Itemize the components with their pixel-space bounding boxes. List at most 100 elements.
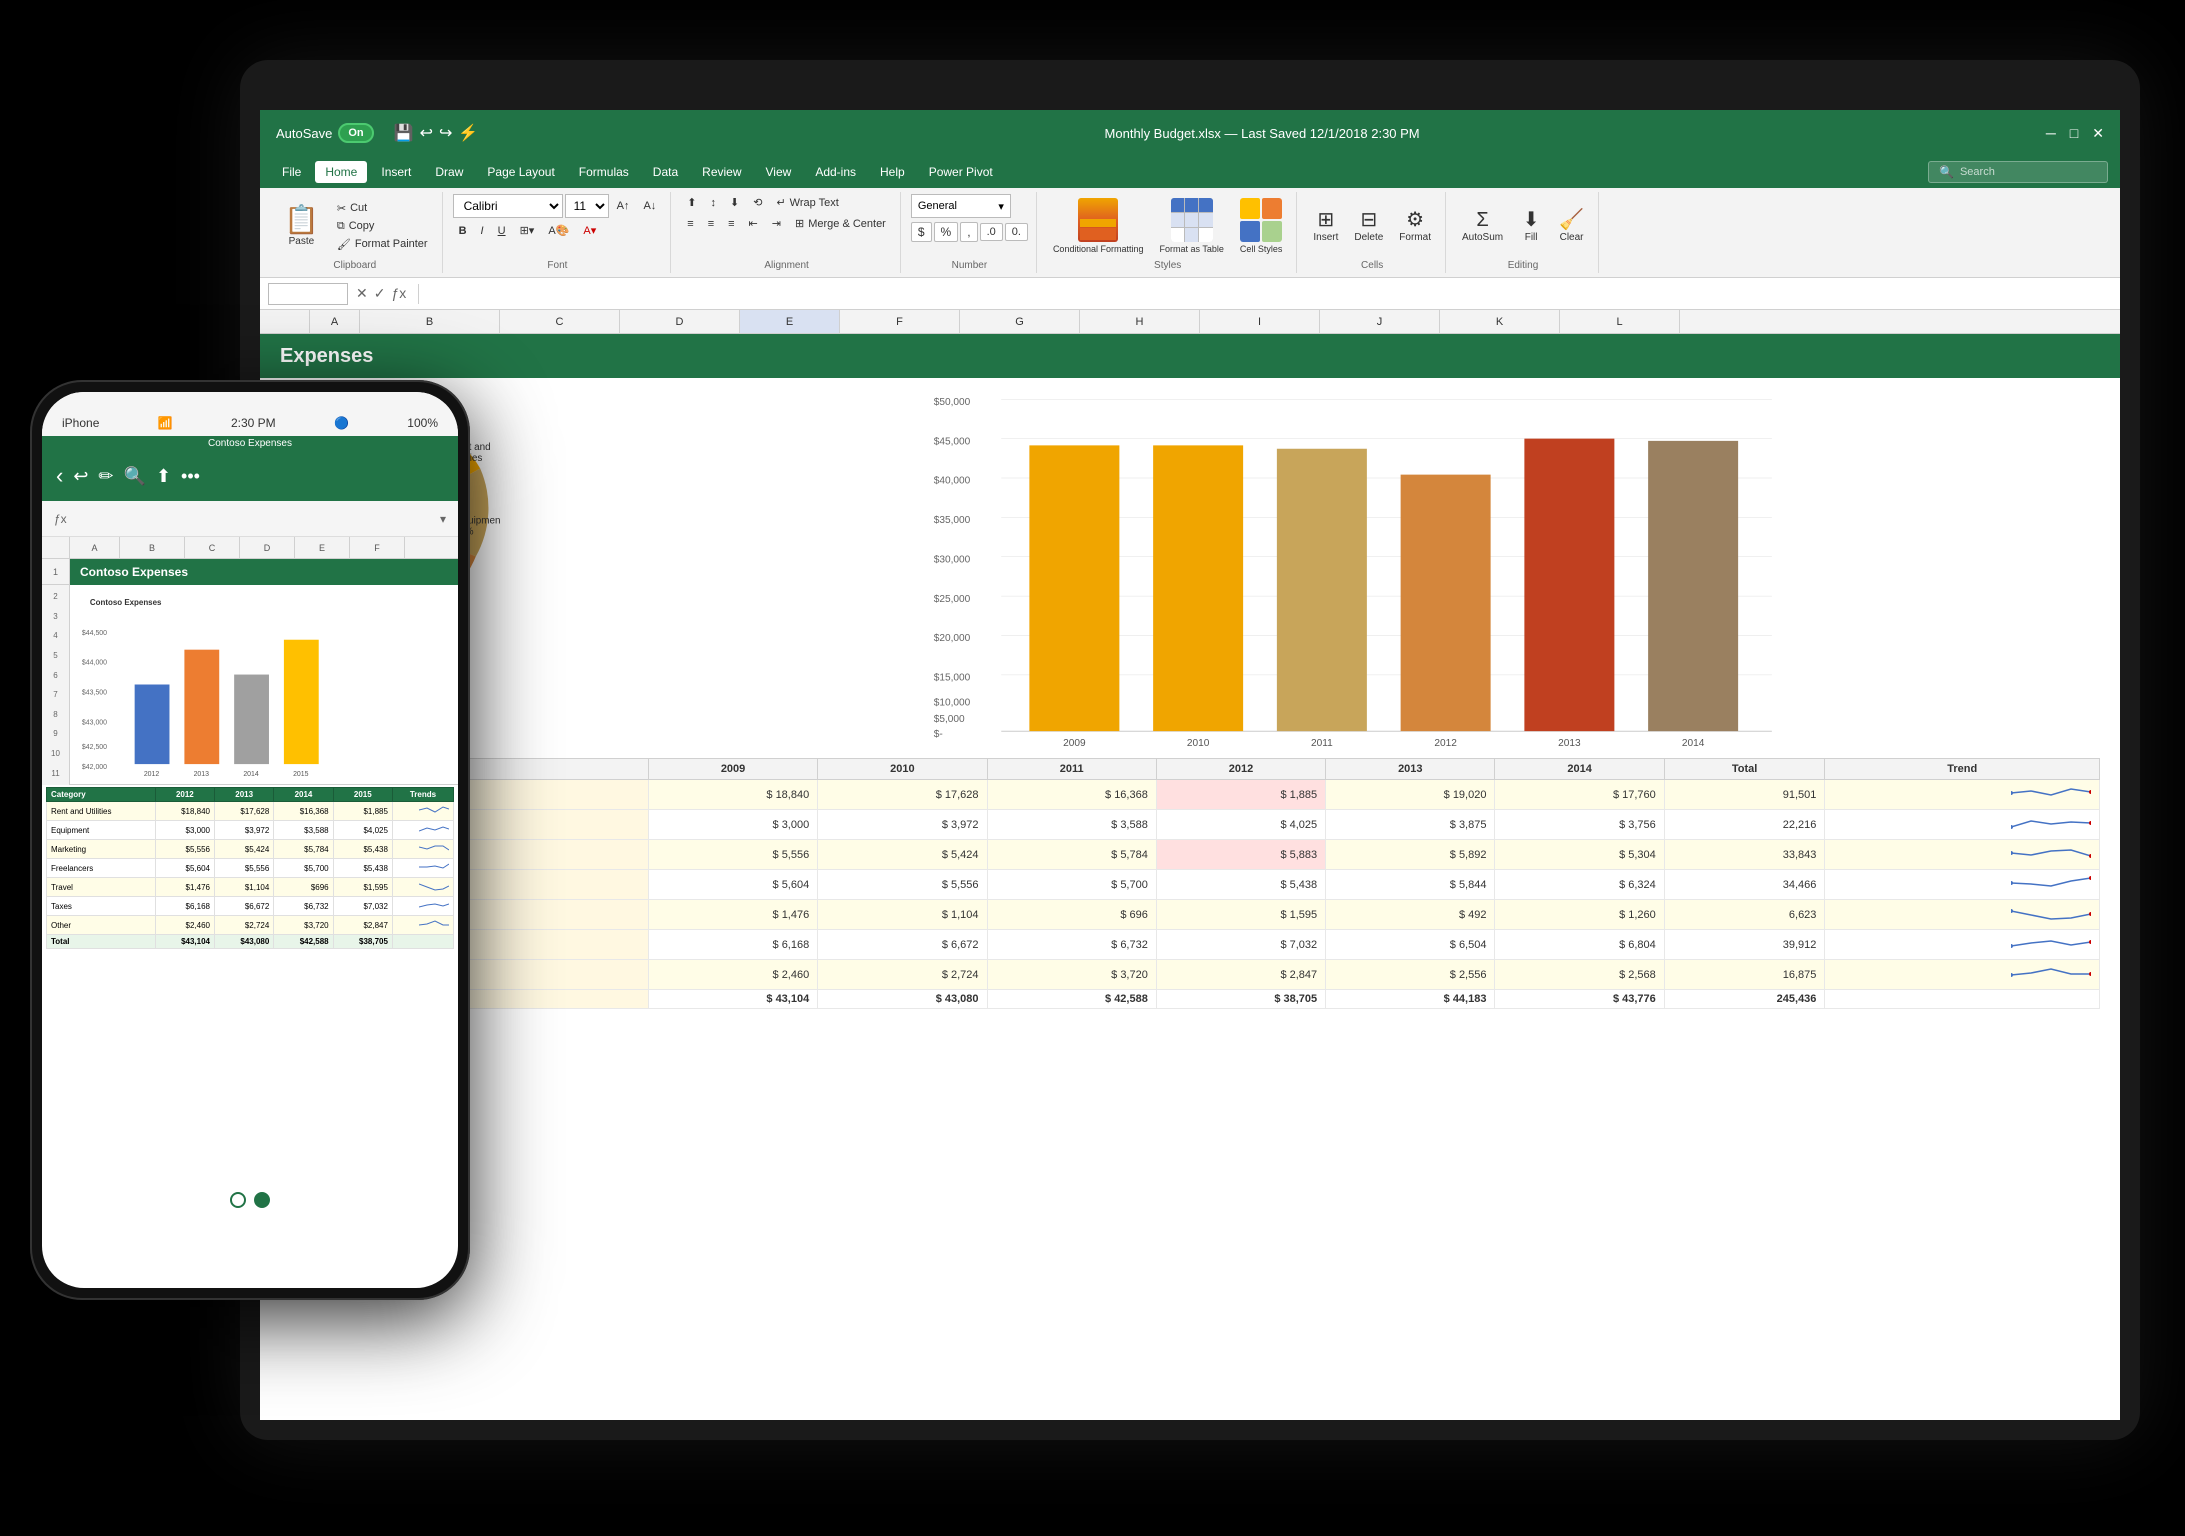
align-right-button[interactable]: ≡ — [722, 216, 740, 232]
phone-sheet-row-1: 1 Contoso Expenses — [42, 559, 458, 585]
delete-cells-button[interactable]: ⊟ Delete — [1348, 206, 1389, 247]
format-cells-button[interactable]: ⚙ Format — [1393, 206, 1437, 247]
formula-bar: ✕ ✓ ƒx — [260, 278, 2120, 310]
phone-dropdown-icon[interactable]: ▾ — [440, 512, 446, 526]
menu-review[interactable]: Review — [692, 161, 751, 183]
autosum-button[interactable]: Σ AutoSum — [1456, 206, 1509, 247]
menu-help[interactable]: Help — [870, 161, 915, 183]
font-name-selector[interactable]: Calibri — [453, 194, 563, 218]
dropdown-arrow: ▾ — [998, 200, 1004, 213]
format-painter-button[interactable]: 🖌 Format Painter — [331, 236, 434, 253]
phone-search-icon[interactable]: 🔍 — [124, 466, 146, 487]
quick-access-icon[interactable]: ⚡ — [458, 123, 478, 143]
editing-group: Σ AutoSum ⬇ Fill 🧹 Clear Editing — [1448, 192, 1599, 273]
cell-styles-button[interactable]: Cell Styles — [1234, 194, 1289, 258]
phone-back-button[interactable]: ‹ — [56, 463, 63, 489]
copy-button[interactable]: ⧉ Copy — [331, 218, 434, 235]
phone-bar-2013 — [184, 650, 219, 764]
align-left-button[interactable]: ≡ — [681, 216, 699, 232]
redo-icon[interactable]: ↪ — [439, 123, 452, 143]
menu-draw[interactable]: Draw — [425, 161, 473, 183]
menu-formulas[interactable]: Formulas — [569, 161, 639, 183]
menu-add-ins[interactable]: Add-ins — [805, 161, 866, 183]
phone-more-icon[interactable]: ••• — [181, 466, 200, 487]
col-header-2013: 2013 — [1326, 759, 1495, 780]
phone-undo-icon[interactable]: ↩ — [73, 466, 88, 487]
format-as-table-button[interactable]: Format as Table — [1153, 194, 1229, 258]
align-center-button[interactable]: ≡ — [702, 216, 720, 232]
menu-page-layout[interactable]: Page Layout — [477, 161, 564, 183]
svg-text:$44,000: $44,000 — [82, 660, 107, 667]
bold-button[interactable]: B — [453, 223, 473, 239]
handle-right[interactable] — [254, 1192, 270, 1208]
copy-icon: ⧉ — [337, 220, 345, 233]
decrease-font-button[interactable]: A↓ — [637, 198, 662, 214]
italic-button[interactable]: I — [475, 223, 490, 239]
cut-button[interactable]: ✂ Cut — [331, 200, 434, 217]
phone-bar-2012 — [135, 685, 170, 765]
svg-text:$5,000: $5,000 — [934, 714, 965, 725]
menu-view[interactable]: View — [756, 161, 802, 183]
data-table: 2009 2010 2011 2012 2013 2014 Total Tren… — [280, 758, 2100, 1009]
wrap-text-button[interactable]: ↵ Wrap Text — [770, 194, 844, 211]
font-color-button[interactable]: A▾ — [577, 222, 602, 239]
increase-indent-button[interactable]: ⇥ — [766, 215, 787, 232]
decrease-decimal-button[interactable]: 0. — [1005, 223, 1028, 241]
save-icon[interactable]: 💾 — [394, 123, 414, 143]
increase-font-button[interactable]: A↑ — [611, 198, 636, 214]
currency-button[interactable]: $ — [911, 222, 932, 242]
menu-data[interactable]: Data — [643, 161, 688, 183]
col-header-l: L — [1560, 310, 1680, 333]
align-bottom-button[interactable]: ⬇ — [724, 194, 745, 211]
underline-button[interactable]: U — [492, 223, 512, 239]
menu-home[interactable]: Home — [315, 161, 367, 183]
clear-button[interactable]: 🧹 Clear — [1553, 206, 1590, 247]
bar-chart-container: $50,000 $45,000 $40,000 $35,000 $30,000 … — [600, 388, 2100, 748]
merge-center-button[interactable]: ⊞ Merge & Center — [789, 215, 892, 232]
formula-input[interactable] — [431, 285, 2112, 303]
menu-power-pivot[interactable]: Power Pivot — [919, 161, 1003, 183]
fill-button[interactable]: ⬇ Fill — [1513, 206, 1549, 247]
bar-chart-svg: $50,000 $45,000 $40,000 $35,000 $30,000 … — [600, 388, 2100, 748]
svg-text:$20,000: $20,000 — [934, 633, 971, 644]
phone-battery: 100% — [407, 416, 438, 430]
align-middle-button[interactable]: ↕ — [705, 195, 723, 211]
svg-text:$50,000: $50,000 — [934, 397, 971, 408]
fill-color-button[interactable]: A🎨 — [542, 222, 575, 239]
maximize-btn[interactable]: □ — [2070, 125, 2078, 142]
font-size-selector[interactable]: 11 — [565, 194, 609, 218]
menu-insert[interactable]: Insert — [371, 161, 421, 183]
conditional-formatting-button[interactable]: Conditional Formatting — [1047, 194, 1150, 258]
undo-icon[interactable]: ↩ — [420, 123, 433, 143]
autosave-toggle[interactable]: On — [338, 123, 373, 143]
enter-formula-icon[interactable]: ✓ — [374, 285, 386, 302]
phone-share-icon[interactable]: ⬆ — [156, 466, 171, 487]
col-header-trend: Trend — [1825, 759, 2100, 780]
col-header-c: C — [500, 310, 620, 333]
insert-cells-button[interactable]: ⊞ Insert — [1307, 206, 1344, 247]
borders-button[interactable]: ⊞▾ — [514, 222, 541, 239]
text-direction-button[interactable]: ⟲ — [747, 194, 768, 211]
name-box[interactable] — [268, 283, 348, 305]
decrease-indent-button[interactable]: ⇤ — [743, 215, 764, 232]
number-format-selector[interactable]: General ▾ — [911, 194, 1011, 218]
handle-left[interactable] — [230, 1192, 246, 1208]
search-box[interactable]: 🔍 Search — [1928, 161, 2108, 183]
align-top-button[interactable]: ⬆ — [681, 194, 702, 211]
fill-icon: ⬇ — [1523, 210, 1540, 230]
comma-button[interactable]: , — [960, 222, 977, 242]
increase-decimal-button[interactable]: .0 — [980, 223, 1003, 241]
menu-bar: File Home Insert Draw Page Layout Formul… — [260, 156, 2120, 188]
phone-pencil-icon[interactable]: ✏ — [98, 466, 113, 487]
close-btn[interactable]: ✕ — [2092, 125, 2104, 142]
insert-function-icon[interactable]: ƒx — [391, 285, 406, 302]
col-header-a: A — [310, 310, 360, 333]
styles-group: Conditional Formatting Format as Table — [1039, 192, 1297, 273]
percent-button[interactable]: % — [934, 222, 959, 242]
svg-text:$35,000: $35,000 — [934, 515, 971, 526]
paste-button[interactable]: 📋 Paste — [276, 200, 327, 253]
cancel-formula-icon[interactable]: ✕ — [356, 285, 368, 302]
minimize-btn[interactable]: ─ — [2046, 125, 2056, 142]
menu-file[interactable]: File — [272, 161, 311, 183]
phone-table-row: Other $2,460$2,724 $3,720$2,847 — [47, 916, 454, 935]
